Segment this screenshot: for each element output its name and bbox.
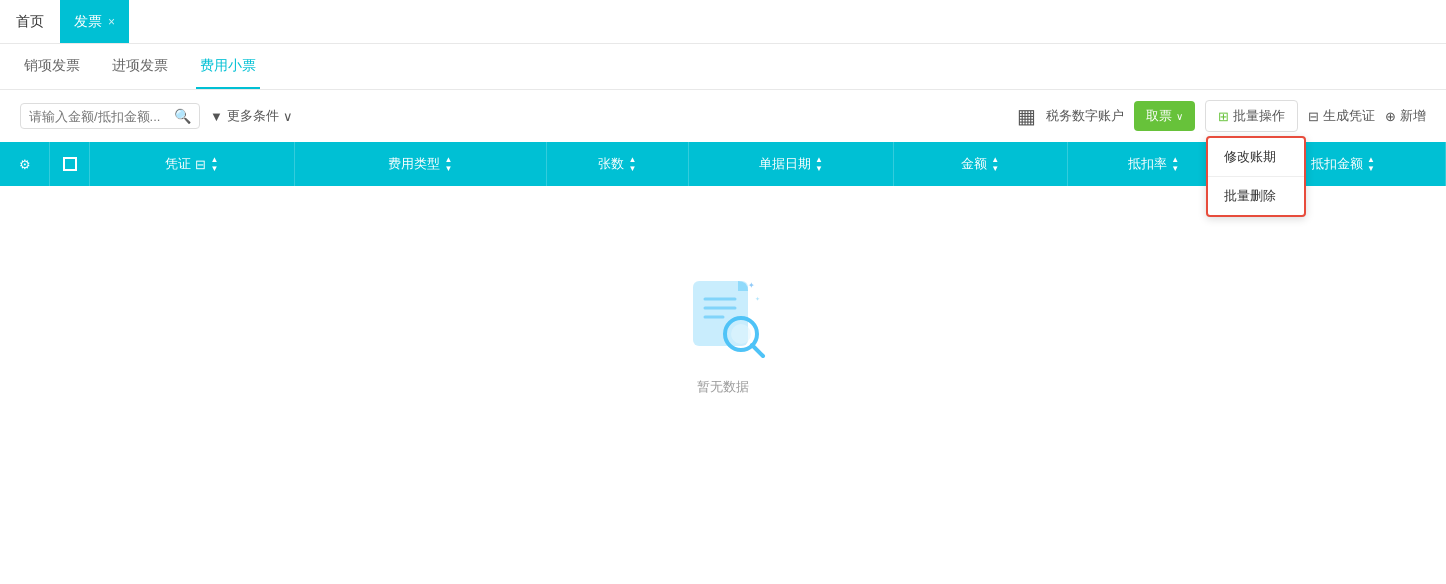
sub-tabs: 销项发票 进项发票 费用小票 xyxy=(0,44,1446,90)
th-voucher[interactable]: 凭证 ⊟ ▲▼ xyxy=(90,142,295,186)
batch-op-button[interactable]: ⊞ 批量操作 xyxy=(1205,100,1298,132)
date-sort-arrows[interactable]: ▲▼ xyxy=(815,156,823,173)
invoice-tab-label: 发票 xyxy=(74,13,102,31)
filter-arrow: ∨ xyxy=(283,109,293,124)
tax-account-button[interactable]: 税务数字账户 xyxy=(1046,107,1124,125)
filter-label: 更多条件 xyxy=(227,107,279,125)
dropdown-item-batch-delete[interactable]: 批量删除 xyxy=(1208,177,1304,215)
amount-sort-arrows[interactable]: ▲▼ xyxy=(991,156,999,173)
th-count-label: 张数 xyxy=(598,155,624,173)
th-count[interactable]: 张数 ▲▼ xyxy=(547,142,689,186)
take-ticket-button[interactable]: 取票 ∨ xyxy=(1134,101,1195,131)
expense-type-sort-arrows[interactable]: ▲▼ xyxy=(444,156,452,173)
gen-voucher-label: 生成凭证 xyxy=(1323,107,1375,125)
top-nav: 首页 发票 × xyxy=(0,0,1446,44)
new-icon: ⊕ xyxy=(1385,109,1396,124)
search-input[interactable] xyxy=(29,109,168,124)
filter-icon: ▼ xyxy=(210,109,223,124)
th-settings[interactable]: ⚙ xyxy=(0,142,50,186)
toolbar-left: 🔍 ▼ 更多条件 ∨ xyxy=(20,103,293,129)
settings-icon: ⚙ xyxy=(19,157,31,172)
empty-state-icon: ✦ ✦ xyxy=(673,266,773,366)
th-expense-type[interactable]: 费用类型 ▲▼ xyxy=(295,142,547,186)
tax-account-label: 税务数字账户 xyxy=(1046,108,1124,123)
count-sort-arrows[interactable]: ▲▼ xyxy=(628,156,636,173)
home-nav-item[interactable]: 首页 xyxy=(0,0,60,43)
deduction-rate-sort-arrows[interactable]: ▲▼ xyxy=(1171,156,1179,173)
th-deduction-amount-label: 抵扣金额 xyxy=(1311,155,1363,173)
batch-op-label: 批量操作 xyxy=(1233,107,1285,125)
invoice-tab-close[interactable]: × xyxy=(108,15,115,29)
gen-voucher-icon: ⊟ xyxy=(1308,109,1319,124)
deduction-amount-sort-arrows[interactable]: ▲▼ xyxy=(1367,156,1375,173)
sub-tab-sales[interactable]: 销项发票 xyxy=(20,44,84,89)
th-amount[interactable]: 金额 ▲▼ xyxy=(894,142,1068,186)
toolbar-right: ▦ 税务数字账户 取票 ∨ ⊞ 批量操作 修改账期 批量删除 xyxy=(1017,100,1426,132)
new-label: 新增 xyxy=(1400,107,1426,125)
search-icon: 🔍 xyxy=(174,108,191,124)
th-amount-label: 金额 xyxy=(961,155,987,173)
batch-op-icon: ⊞ xyxy=(1218,109,1229,124)
svg-point-5 xyxy=(731,324,751,344)
sub-tab-expense[interactable]: 费用小票 xyxy=(196,44,260,89)
dropdown-item-modify-period[interactable]: 修改账期 xyxy=(1208,138,1304,177)
gen-voucher-button[interactable]: ⊟ 生成凭证 xyxy=(1308,107,1375,125)
qr-icon: ▦ xyxy=(1017,104,1036,128)
header-checkbox[interactable] xyxy=(63,157,77,171)
invoice-tab[interactable]: 发票 × xyxy=(60,0,129,43)
svg-text:✦: ✦ xyxy=(755,296,760,302)
empty-state: ✦ ✦ 暂无数据 xyxy=(0,186,1446,436)
voucher-extra-icon: ⊟ xyxy=(195,157,206,172)
th-expense-type-label: 费用类型 xyxy=(388,155,440,173)
th-voucher-label: 凭证 xyxy=(165,155,191,173)
th-date[interactable]: 单据日期 ▲▼ xyxy=(689,142,894,186)
new-button[interactable]: ⊕ 新增 xyxy=(1385,107,1426,125)
take-ticket-label: 取票 xyxy=(1146,107,1172,125)
svg-text:✦: ✦ xyxy=(748,281,755,290)
search-box[interactable]: 🔍 xyxy=(20,103,200,129)
toolbar: 🔍 ▼ 更多条件 ∨ ▦ 税务数字账户 取票 ∨ xyxy=(0,90,1446,142)
th-deduction-rate-label: 抵扣率 xyxy=(1128,155,1167,173)
sub-tab-input[interactable]: 进项发票 xyxy=(108,44,172,89)
filter-button[interactable]: ▼ 更多条件 ∨ xyxy=(210,107,293,125)
batch-op-dropdown: 修改账期 批量删除 xyxy=(1206,136,1306,217)
voucher-sort-arrows[interactable]: ▲▼ xyxy=(210,156,218,173)
take-ticket-arrow: ∨ xyxy=(1176,111,1183,122)
qr-button[interactable]: ▦ xyxy=(1017,104,1036,128)
th-date-label: 单据日期 xyxy=(759,155,811,173)
empty-state-text: 暂无数据 xyxy=(697,378,749,396)
th-checkbox[interactable] xyxy=(50,142,90,186)
svg-line-6 xyxy=(752,345,763,356)
page-container: 销项发票 进项发票 费用小票 🔍 ▼ 更多条件 ∨ ▦ xyxy=(0,44,1446,584)
